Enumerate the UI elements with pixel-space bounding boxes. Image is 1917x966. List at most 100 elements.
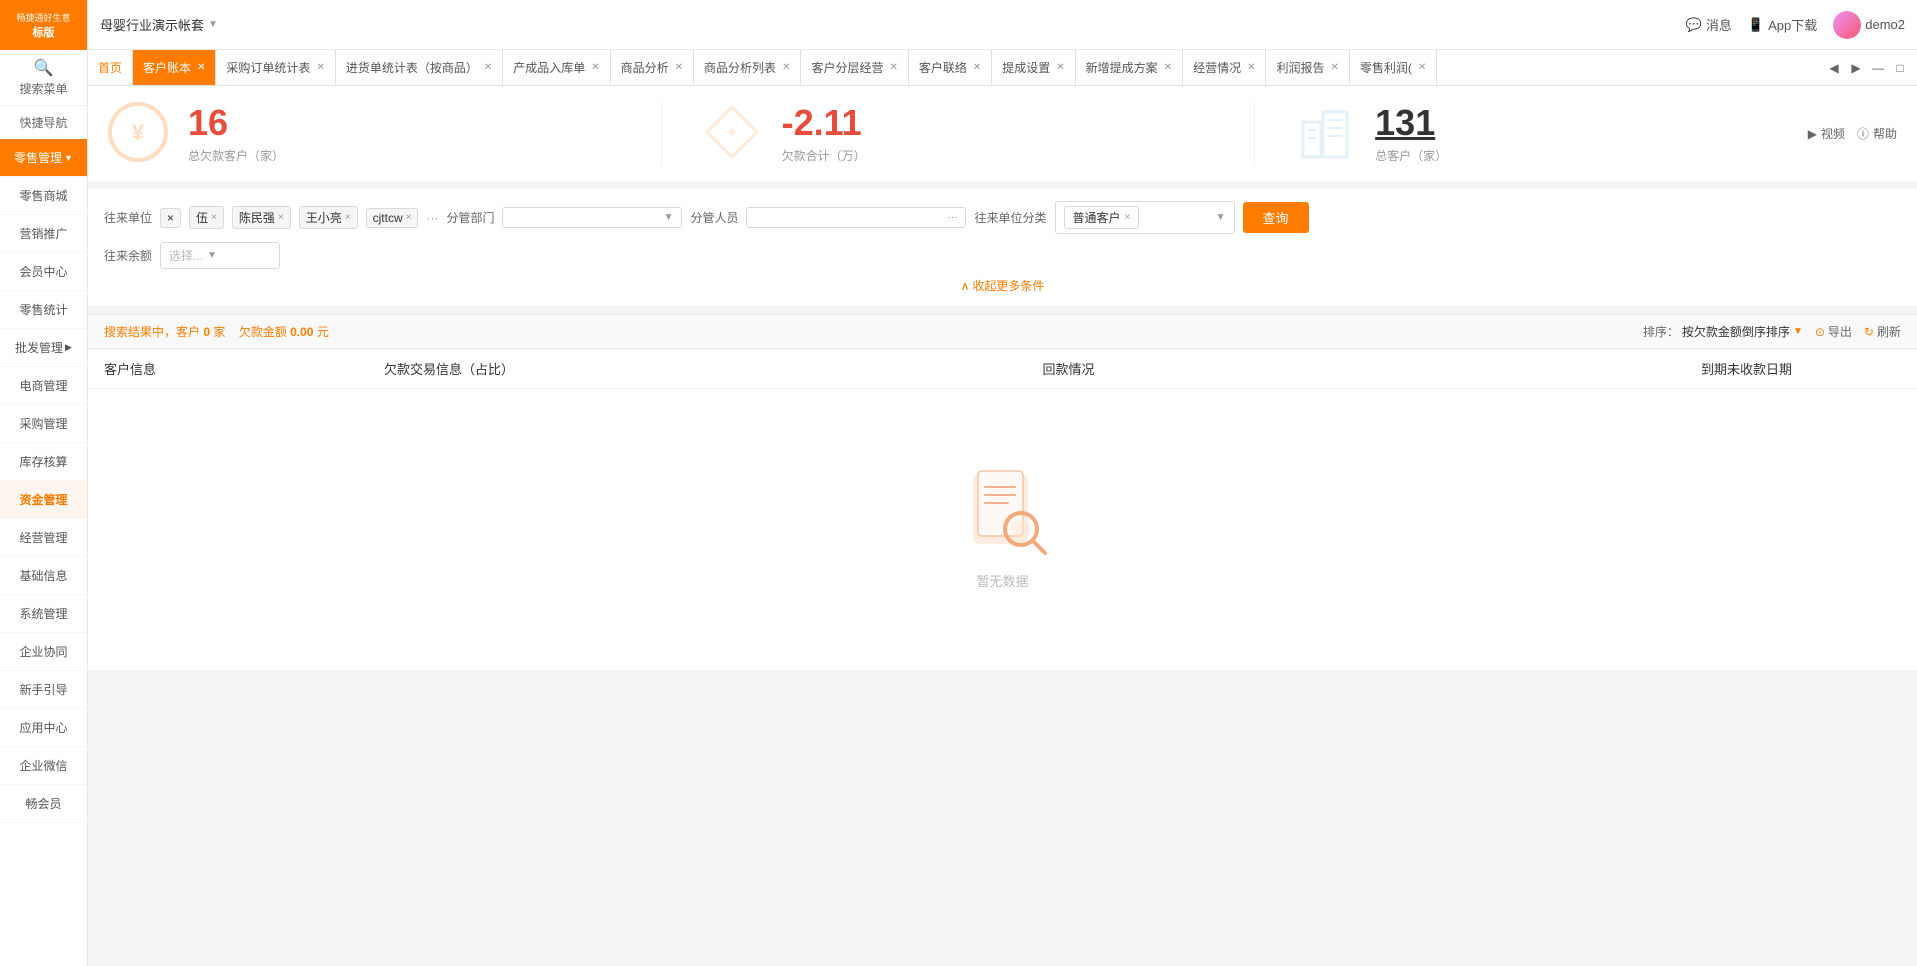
filter-tag-chen: 陈民强 × [232, 206, 291, 229]
tab-profit-report-label: 利润报告 [1276, 59, 1324, 76]
results-customer-unit: 家 [213, 325, 225, 339]
collapse-up-icon: ∧ [961, 279, 970, 293]
filter-category-arrow: ▼ [1216, 212, 1226, 223]
tab-minimize[interactable]: — [1869, 59, 1887, 77]
tab-retail-profit-close[interactable]: ✕ [1418, 62, 1426, 73]
tab-customer-segment[interactable]: 客户分层经营 ✕ [801, 50, 908, 86]
sidebar-item-wholesale-mgmt[interactable]: 批发管理 ▶ [0, 329, 87, 367]
filter-amount-select[interactable]: 选择... ▼ [160, 242, 280, 269]
app-download-button[interactable]: 📱 App下载 [1748, 15, 1817, 34]
video-link[interactable]: ▶ 视频 [1808, 125, 1845, 142]
sort-label: 排序： [1643, 323, 1679, 340]
tab-scroll-left[interactable]: ◀ [1825, 59, 1843, 77]
tab-ops-status-close[interactable]: ✕ [1247, 62, 1255, 73]
sidebar-item-retail-mgmt[interactable]: 零售管理 ▼ [0, 139, 87, 177]
sidebar-item-sys-mgmt[interactable]: 系统管理 [0, 595, 87, 633]
tab-cost-entry-close[interactable]: ✕ [591, 62, 599, 73]
filter-dept-select[interactable]: ▼ [502, 207, 682, 228]
export-label: 导出 [1828, 323, 1852, 340]
tab-home[interactable]: 首页 [88, 50, 133, 86]
quick-nav[interactable]: 快捷导航 [0, 106, 87, 139]
tab-maximize[interactable]: □ [1891, 59, 1909, 77]
sidebar-item-basic-info[interactable]: 基础信息 [0, 557, 87, 595]
tab-customer-segment-close[interactable]: ✕ [889, 62, 897, 73]
tab-new-boost-plan-label: 新增提成方案 [1086, 59, 1158, 76]
tab-product-analysis[interactable]: 商品分析 ✕ [611, 50, 694, 86]
refresh-button[interactable]: ↻ 刷新 [1864, 323, 1901, 340]
tab-retail-profit[interactable]: 零售利润( ✕ [1350, 50, 1437, 86]
filter-personnel-select[interactable]: ··· [746, 207, 966, 228]
sidebar-item-member-center[interactable]: 会员中心 [0, 253, 87, 291]
tab-ops-status[interactable]: 经营情况 ✕ [1183, 50, 1266, 86]
money-icon: ¥ [108, 102, 168, 162]
stat-block-customers: ¥ 16 总欠款客户（家） [108, 102, 662, 165]
tab-product-analysis-close[interactable]: ✕ [675, 62, 683, 73]
tab-boost-settings[interactable]: 提成设置 ✕ [992, 50, 1075, 86]
filter-tag-wu-close[interactable]: × [211, 212, 217, 223]
sidebar-item-app-center[interactable]: 应用中心 [0, 709, 87, 747]
filter-tag-wang-close[interactable]: × [345, 212, 351, 223]
tab-profit-report-close[interactable]: ✕ [1331, 62, 1339, 73]
results-summary: 搜索结果中，客户 0 家 欠款金额 0.00 元 [104, 323, 329, 340]
store-selector[interactable]: 母婴行业演示帐套 ▼ [100, 15, 218, 34]
tab-new-boost-plan[interactable]: 新增提成方案 ✕ [1076, 50, 1183, 86]
tab-new-boost-plan-close[interactable]: ✕ [1164, 62, 1172, 73]
tab-customer-contact[interactable]: 客户联络 ✕ [909, 50, 992, 86]
tab-purchase-order[interactable]: 采购订单统计表 ✕ [216, 50, 335, 86]
logo[interactable]: 畅捷通好生意 标版 [0, 0, 87, 50]
filter-more-btn[interactable]: ··· [426, 211, 438, 225]
tab-inventory-stats-close[interactable]: ✕ [484, 62, 492, 73]
tab-profit-report[interactable]: 利润报告 ✕ [1266, 50, 1349, 86]
sidebar-item-enterprise-label: 企业协同 [19, 645, 67, 659]
tab-customer-account[interactable]: 客户账本 ✕ [133, 50, 216, 86]
collapse-button[interactable]: ∧ 收起更多条件 [961, 277, 1045, 294]
message-button[interactable]: 💬 消息 [1686, 15, 1732, 34]
tab-product-analysis-list-label: 商品分析列表 [704, 59, 776, 76]
stat-total-debt-value: -2.11 [782, 103, 866, 143]
sort-select[interactable]: 排序： 按欠款金额倒序排序 ▼ [1643, 323, 1803, 340]
sidebar-item-retail-mgmt-label: 零售管理 [14, 149, 62, 166]
filter-tag-cj-close[interactable]: × [406, 212, 412, 223]
export-button[interactable]: ⊙ 导出 [1815, 323, 1852, 340]
message-icon: 💬 [1686, 17, 1702, 33]
sidebar-item-member[interactable]: 畅会员 [0, 785, 87, 823]
empty-document-svg [953, 469, 1053, 559]
sidebar-item-enterprise-wechat[interactable]: 企业微信 [0, 747, 87, 785]
sidebar-item-member-center-label: 会员中心 [19, 265, 67, 279]
query-button[interactable]: 查询 [1243, 202, 1309, 233]
filter-tag-cj: cjttcw × [366, 208, 419, 228]
tab-customer-contact-close[interactable]: ✕ [973, 62, 981, 73]
help-label: 帮助 [1873, 125, 1897, 142]
tab-product-analysis-list-close[interactable]: ✕ [782, 62, 790, 73]
tab-product-analysis-label: 商品分析 [621, 59, 669, 76]
filter-category-tag-close[interactable]: × [1125, 212, 1131, 223]
sidebar-item-purchase-mgmt[interactable]: 采购管理 [0, 405, 87, 443]
sidebar-item-retail-mall[interactable]: 零售商城 [0, 177, 87, 215]
filter-category-select[interactable]: 普通客户 × ▼ [1055, 201, 1235, 234]
header-right: 💬 消息 📱 App下载 demo2 [1686, 11, 1905, 39]
user-profile[interactable]: demo2 [1833, 11, 1905, 39]
sidebar-item-enterprise[interactable]: 企业协同 [0, 633, 87, 671]
sidebar-item-new-guide[interactable]: 新手引导 [0, 671, 87, 709]
tab-cost-entry[interactable]: 产成品入库单 ✕ [503, 50, 610, 86]
sidebar-item-ecommerce[interactable]: 电商管理 [0, 367, 87, 405]
stat-total-data: 131 总客户（家） [1375, 103, 1447, 164]
sidebar-item-ops-mgmt[interactable]: 经营管理 [0, 519, 87, 557]
search-menu[interactable]: 🔍 搜索菜单 [0, 50, 87, 106]
th-debt-info: 欠款交易信息（占比） [384, 359, 1043, 378]
sidebar-item-inventory[interactable]: 库存核算 [0, 443, 87, 481]
tab-product-analysis-list[interactable]: 商品分析列表 ✕ [694, 50, 801, 86]
filter-tag-chen-close[interactable]: × [278, 212, 284, 223]
help-link[interactable]: ⓘ 帮助 [1857, 125, 1897, 142]
tab-purchase-order-close[interactable]: ✕ [316, 62, 324, 73]
main-area: 母婴行业演示帐套 ▼ 💬 消息 📱 App下载 demo2 首页 [88, 0, 1917, 966]
tab-customer-account-label: 客户账本 [143, 59, 191, 76]
tab-boost-settings-close[interactable]: ✕ [1056, 62, 1064, 73]
tab-inventory-stats[interactable]: 进货单统计表（按商品） ✕ [336, 50, 503, 86]
sidebar-item-sys-mgmt-label: 系统管理 [19, 607, 67, 621]
tab-scroll-right[interactable]: ▶ [1847, 59, 1865, 77]
sidebar-item-marketing[interactable]: 营销推广 [0, 215, 87, 253]
sidebar-item-retail-stats[interactable]: 零售统计 [0, 291, 87, 329]
tab-customer-account-close[interactable]: ✕ [197, 62, 205, 73]
sidebar-item-finance[interactable]: 资金管理 [0, 481, 87, 519]
